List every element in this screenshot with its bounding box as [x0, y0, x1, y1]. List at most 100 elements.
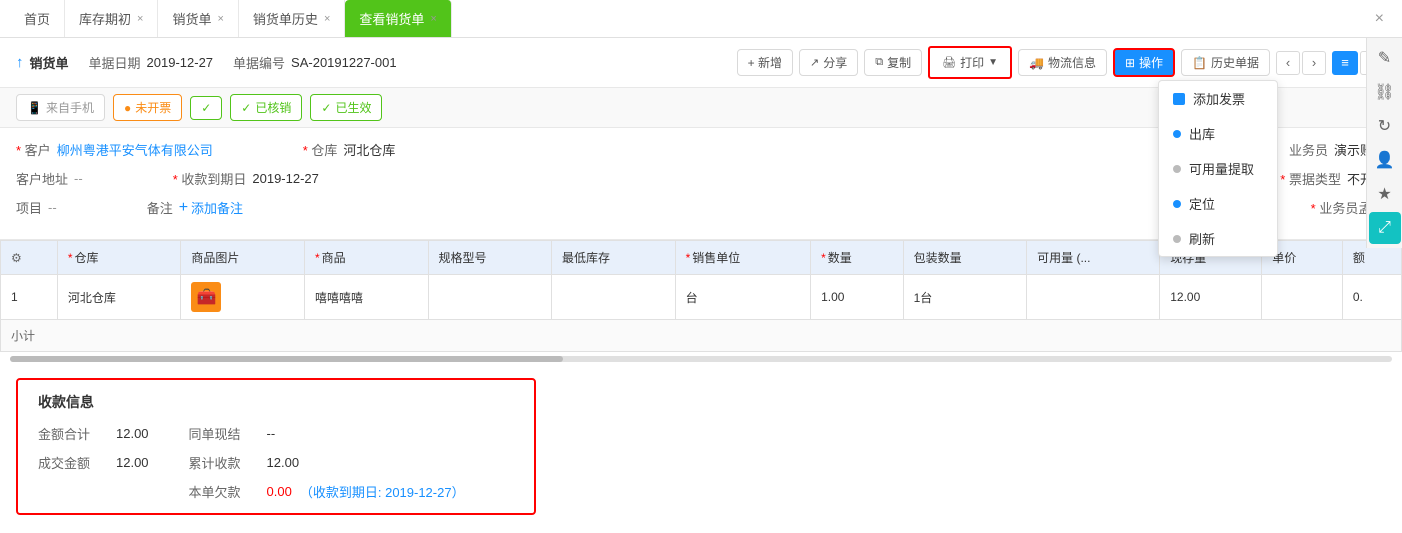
payment-col-left: 金额合计 12.00 成交金额 12.00 — [38, 424, 149, 501]
col-sales-unit: *销售单位 — [675, 241, 810, 275]
transaction-amount-value: 12.00 — [116, 455, 149, 470]
tab-sales[interactable]: 销货单 × — [158, 0, 238, 37]
list-view-button[interactable]: ≡ — [1332, 51, 1358, 75]
sidebar-star-icon[interactable]: ★ — [1369, 178, 1401, 210]
transaction-amount-label: 成交金额 — [38, 453, 108, 472]
add-note-button[interactable]: + 添加备注 — [179, 198, 243, 217]
history-button[interactable]: 📋 历史单据 — [1181, 49, 1270, 76]
print-button-wrapper: 🖨 打印 ▼ — [928, 46, 1012, 79]
row-unit-price — [1262, 275, 1343, 320]
sidebar-link-icon[interactable]: ⛓ — [1369, 76, 1401, 108]
row-pack-qty: 1台 — [903, 275, 1027, 320]
logistics-icon: 🚚 — [1029, 56, 1044, 70]
row-available — [1027, 275, 1160, 320]
doc-date-value: 2019-12-27 — [147, 55, 214, 70]
row-min-stock — [552, 275, 676, 320]
locate-item[interactable]: 定位 — [1159, 186, 1277, 221]
payment-col-right: 同单现结 -- 累计收款 12.00 本单欠款 0.00 （收款到期日: 201… — [189, 424, 465, 501]
project-value: -- — [48, 200, 57, 215]
refresh-item[interactable]: 刷新 — [1159, 221, 1277, 256]
next-button[interactable]: › — [1302, 51, 1326, 75]
add-button[interactable]: + 新增 — [737, 49, 793, 76]
tab-inventory[interactable]: 库存期初 × — [65, 0, 158, 37]
customer-value[interactable]: 柳州粤港平安气体有限公司 — [57, 140, 213, 159]
add-invoice-item[interactable]: 添加发票 — [1159, 81, 1277, 116]
doc-meta: 单据日期 2019-12-27 单据编号 SA-20191227-001 — [89, 53, 737, 72]
product-image: 🧰 — [191, 282, 221, 312]
operation-icon: ⊞ — [1125, 56, 1135, 70]
col-min-stock: 最低库存 — [552, 241, 676, 275]
project-label: 项目 — [16, 198, 42, 217]
table-row: 1 河北仓库 🧰 嘻嘻嘻嘻 台 1.00 1台 12.00 — [1, 275, 1402, 320]
tab-sales-close[interactable]: × — [217, 13, 223, 25]
available-qty-icon — [1173, 165, 1181, 173]
cumulative-label: 累计收款 — [189, 453, 259, 472]
row-spec — [428, 275, 552, 320]
warehouse-field: 仓库 河北仓库 — [303, 140, 396, 159]
sidebar-user-icon[interactable]: 👤 — [1369, 144, 1401, 176]
col-quantity: *数量 — [811, 241, 904, 275]
current-debt-value: 0.00 — [267, 484, 292, 499]
current-debt-item: 本单欠款 0.00 （收款到期日: 2019-12-27） — [189, 482, 465, 501]
effective-icon: ✓ — [321, 101, 331, 115]
row-warehouse: 河北仓库 — [57, 275, 181, 320]
effective-button[interactable]: ✓ 已生效 — [310, 94, 382, 121]
operation-button[interactable]: ⊞ 操作 — [1113, 48, 1175, 77]
warehouse-value: 河北仓库 — [343, 140, 395, 159]
tab-sales-history-close[interactable]: × — [324, 13, 330, 25]
address-value: -- — [74, 171, 83, 186]
cancelled-button[interactable]: ✓ 已核销 — [230, 94, 302, 121]
col-image: 商品图片 — [181, 241, 305, 275]
product-img-icon: 🧰 — [196, 287, 216, 307]
transaction-amount-item: 成交金额 12.00 — [38, 453, 149, 472]
logistics-button[interactable]: 🚚 物流信息 — [1018, 49, 1107, 76]
add-note-icon: + — [179, 199, 188, 217]
same-order-item: 同单现结 -- — [189, 424, 465, 443]
amount-total-label: 金额合计 — [38, 424, 108, 443]
col-spec: 规格型号 — [428, 241, 552, 275]
share-icon: ↗ — [810, 56, 819, 69]
available-qty-item[interactable]: 可用量提取 — [1159, 151, 1277, 186]
prev-button[interactable]: ‹ — [1276, 51, 1300, 75]
doc-number-field: 单据编号 SA-20191227-001 — [233, 53, 397, 72]
note-field: 备注 + 添加备注 — [147, 198, 243, 217]
sidebar-refresh-icon[interactable]: ↻ — [1369, 110, 1401, 142]
check-icon: ✓ — [201, 101, 211, 115]
sidebar-edit-icon[interactable]: ✎ — [1369, 42, 1401, 74]
cumulative-item: 累计收款 12.00 — [189, 453, 465, 472]
tab-sales-history[interactable]: 销货单历史 × — [239, 0, 345, 37]
current-debt-label: 本单欠款 — [189, 482, 259, 501]
doc-number-label: 单据编号 — [233, 53, 285, 72]
sidebar-expand-icon[interactable]: ⤢ — [1369, 212, 1401, 244]
share-button[interactable]: ↗ 分享 — [799, 49, 858, 76]
col-pack-qty: 包装数量 — [903, 241, 1027, 275]
window-close-button[interactable]: × — [1367, 10, 1392, 28]
cumulative-value: 12.00 — [267, 455, 300, 470]
bottom-info: 收款信息 金额合计 12.00 成交金额 12.00 同单现结 -- — [0, 366, 1402, 527]
due-date-label: 收款到期日 — [173, 169, 247, 188]
customer-field: 客户 柳州粤港平安气体有限公司 — [16, 140, 213, 159]
doc-title: ↑ 销货单 — [16, 53, 69, 72]
not-open-button[interactable]: ● 未开票 — [113, 94, 182, 121]
tab-inventory-close[interactable]: × — [137, 13, 143, 25]
from-mobile-button[interactable]: 📱 来自手机 — [16, 94, 105, 121]
check-button[interactable]: ✓ — [190, 96, 222, 120]
col-available: 可用量 (... — [1027, 241, 1160, 275]
add-invoice-icon — [1173, 93, 1185, 105]
operation-dropdown: 添加发票 出库 可用量提取 定位 刷新 — [1158, 80, 1278, 257]
tab-home[interactable]: 首页 — [10, 0, 65, 37]
ticket-type-label: 票据类型 — [1280, 169, 1341, 188]
tab-view-sales-close[interactable]: × — [430, 13, 436, 25]
print-button[interactable]: 🖨 打印 ▼ — [932, 50, 1008, 75]
col-gear[interactable]: ⚙ — [1, 241, 58, 275]
table-scrollbar[interactable] — [0, 352, 1402, 366]
doc-type-label: 销货单 — [30, 53, 69, 72]
copy-button[interactable]: ⧉ 复制 — [864, 49, 922, 76]
note-label: 备注 — [147, 198, 173, 217]
tab-view-sales[interactable]: 查看销货单 × — [345, 0, 451, 37]
refresh-icon — [1173, 235, 1181, 243]
payment-title: 收款信息 — [38, 392, 514, 412]
nav-arrows: ‹ › — [1276, 51, 1326, 75]
row-stock: 12.00 — [1160, 275, 1262, 320]
outbound-item[interactable]: 出库 — [1159, 116, 1277, 151]
